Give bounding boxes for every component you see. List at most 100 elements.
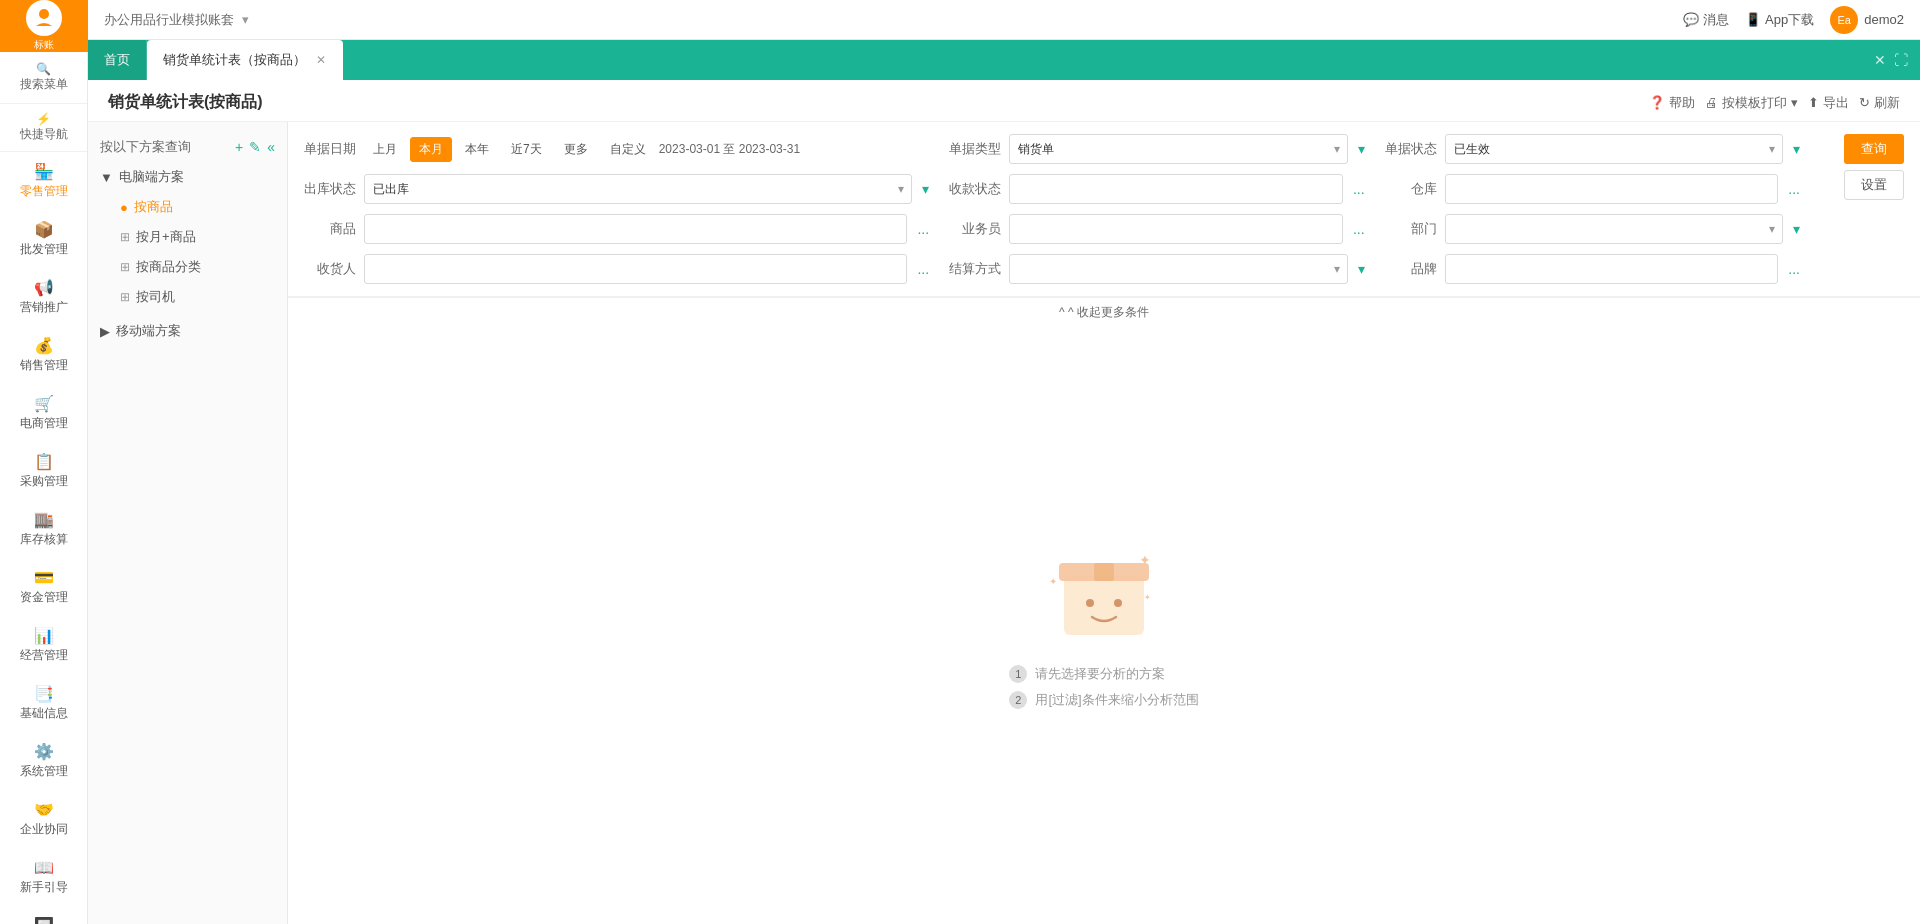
appcenter-icon: 🔲	[0, 916, 87, 924]
tab-fullscreen-btn[interactable]: ⛶	[1894, 52, 1908, 68]
print-dropdown-arrow[interactable]: ▾	[1791, 95, 1798, 110]
date-btn-this-year[interactable]: 本年	[456, 137, 498, 162]
app-download-icon: 📱	[1745, 12, 1761, 27]
date-range-display: 2023-03-01 至 2023-03-31	[659, 141, 800, 158]
filter-item-by-product-label: 按商品	[134, 198, 173, 216]
payment-method-input[interactable]	[1009, 254, 1347, 284]
tab-close-btn[interactable]: ✕	[316, 53, 326, 67]
ecommerce-icon: 🛒	[0, 394, 87, 413]
date-btn-custom[interactable]: 自定义	[601, 137, 655, 162]
message-btn[interactable]: 💬 消息	[1683, 11, 1729, 29]
department-control: ▾	[1445, 214, 1804, 244]
doc-status-input[interactable]	[1445, 134, 1783, 164]
department-arrow[interactable]: ▾	[1789, 221, 1804, 237]
sidebar-item-cooperation[interactable]: 🤝 企业协同	[0, 790, 87, 848]
salesperson-dots[interactable]: ...	[1349, 221, 1369, 237]
collapse-row[interactable]: ^ ^ 收起更多条件	[288, 297, 1920, 327]
payment-status-field: 收款状态 ...	[949, 174, 1368, 204]
export-btn[interactable]: ⬆ 导出	[1808, 94, 1849, 112]
template-print-label: 按模板打印	[1722, 94, 1787, 112]
filter-group-desktop: ▼ 电脑端方案 ● 按商品 ⊞ 按月+商品 ⊞ 按商品分类	[88, 162, 287, 312]
date-btn-this-month[interactable]: 本月	[410, 137, 452, 162]
filter-item-by-month-product[interactable]: ⊞ 按月+商品	[88, 222, 287, 252]
payment-status-dots[interactable]: ...	[1349, 181, 1369, 197]
sidebar-item-guide[interactable]: 📖 新手引导	[0, 848, 87, 906]
filter-group-mobile-header[interactable]: ▶ 移动端方案	[88, 316, 287, 346]
filter-item-by-product[interactable]: ● 按商品	[88, 192, 287, 222]
system-icon: ⚙️	[0, 742, 87, 761]
page-content: 销货单统计表(按商品) ❓ 帮助 🖨 按模板打印 ▾ ⬆ 导出 ↻ 刷新	[88, 80, 1920, 924]
product-input[interactable]	[364, 214, 907, 244]
sidebar-item-retail[interactable]: 🏪 零售管理	[0, 152, 87, 210]
template-print-btn[interactable]: 🖨 按模板打印 ▾	[1705, 94, 1798, 112]
doc-status-dots[interactable]: ▾	[1789, 141, 1804, 157]
doc-status-label: 单据状态	[1385, 140, 1445, 158]
sidebar-item-system[interactable]: ⚙️ 系统管理	[0, 732, 87, 790]
help-label: 帮助	[1669, 94, 1695, 112]
doc-status-control: ▾	[1445, 134, 1804, 164]
collapse-panel-btn[interactable]: «	[267, 139, 275, 155]
sidebar-search-item[interactable]: 🔍 搜索菜单	[0, 52, 87, 104]
filter-row-1: 单据日期 上月 本月 本年 近7天 更多 自定义	[304, 134, 1904, 164]
logo-text: 标账	[34, 38, 54, 52]
sidebar-item-operations[interactable]: 📊 经营管理	[0, 616, 87, 674]
filter-item-by-category[interactable]: ⊞ 按商品分类	[88, 252, 287, 282]
refresh-btn[interactable]: ↻ 刷新	[1859, 94, 1900, 112]
warehouse-input[interactable]	[1445, 174, 1779, 204]
edit-scheme-btn[interactable]: ✎	[249, 139, 261, 155]
sidebar-item-marketing[interactable]: 📢 营销推广	[0, 268, 87, 326]
filter-item-by-cashier[interactable]: ⊞ 按司机	[88, 282, 287, 312]
export-label: 导出	[1823, 94, 1849, 112]
user-area[interactable]: Ea demo2	[1830, 6, 1904, 34]
query-button[interactable]: 查询	[1844, 134, 1904, 164]
help-btn[interactable]: ❓ 帮助	[1649, 94, 1695, 112]
filter-item-by-cashier-label: 按司机	[136, 288, 175, 306]
filter-row-4: 收货人 ... 结算方式	[304, 254, 1904, 284]
payment-status-input[interactable]	[1009, 174, 1343, 204]
warehouse-label: 仓库	[1385, 180, 1445, 198]
brand-input[interactable]	[1445, 254, 1779, 284]
tab-close-all-btn[interactable]: ✕	[1874, 52, 1886, 68]
doc-type-dots[interactable]: ▾	[1354, 141, 1369, 157]
add-scheme-btn[interactable]: +	[235, 139, 243, 155]
sidebar-quick-nav[interactable]: ⚡ 快捷导航	[0, 104, 87, 152]
sidebar-item-inventory[interactable]: 🏬 库存核算	[0, 500, 87, 558]
recipient-dots[interactable]: ...	[913, 261, 933, 277]
dropdown-arrow[interactable]: ▾	[242, 12, 249, 27]
recipient-input[interactable]	[364, 254, 907, 284]
empty-illustration: ✦ ✦ ✦	[1044, 535, 1164, 645]
warehouse-status-arrow[interactable]: ▾	[918, 181, 933, 197]
date-btn-7days[interactable]: 近7天	[502, 137, 551, 162]
svg-point-4	[1086, 599, 1094, 607]
tab-sales-stats[interactable]: 销货单统计表（按商品） ✕	[147, 40, 343, 80]
payment-method-select-wrapper	[1009, 254, 1347, 284]
sidebar-item-sales[interactable]: 💰 销售管理	[0, 326, 87, 384]
product-dots[interactable]: ...	[913, 221, 933, 237]
sidebar-item-appcenter[interactable]: 🔲 应用中心	[0, 906, 87, 924]
sidebar-item-finance[interactable]: 💳 资金管理	[0, 558, 87, 616]
sidebar-item-ecommerce[interactable]: 🛒 电商管理	[0, 384, 87, 442]
sidebar-item-basic[interactable]: 📑 基础信息	[0, 674, 87, 732]
date-btn-more[interactable]: 更多	[555, 137, 597, 162]
collapse-icon: ^	[1059, 305, 1065, 319]
department-input[interactable]	[1445, 214, 1783, 244]
tab-sales-stats-label: 销货单统计表（按商品）	[163, 51, 306, 69]
doc-type-input[interactable]	[1009, 134, 1347, 164]
payment-method-arrow[interactable]: ▾	[1354, 261, 1369, 277]
warehouse-dots[interactable]: ...	[1784, 181, 1804, 197]
warehouse-status-input[interactable]	[364, 174, 912, 204]
brand-dots[interactable]: ...	[1784, 261, 1804, 277]
payment-method-field: 结算方式 ▾	[949, 254, 1368, 284]
setting-button[interactable]: 设置	[1844, 170, 1904, 200]
filter-item-by-category-label: 按商品分类	[136, 258, 201, 276]
sidebar-item-wholesale[interactable]: 📦 批发管理	[0, 210, 87, 268]
app-download-btn[interactable]: 📱 App下载	[1745, 11, 1814, 29]
tab-home[interactable]: 首页	[88, 40, 147, 80]
help-icon: ❓	[1649, 95, 1665, 110]
date-btn-last-month[interactable]: 上月	[364, 137, 406, 162]
salesperson-input[interactable]	[1009, 214, 1343, 244]
sidebar-item-purchase[interactable]: 📋 采购管理	[0, 442, 87, 500]
tip-1-text: 请先选择要分析的方案	[1035, 665, 1165, 683]
filter-group-desktop-header[interactable]: ▼ 电脑端方案	[88, 162, 287, 192]
svg-point-0	[39, 9, 49, 19]
